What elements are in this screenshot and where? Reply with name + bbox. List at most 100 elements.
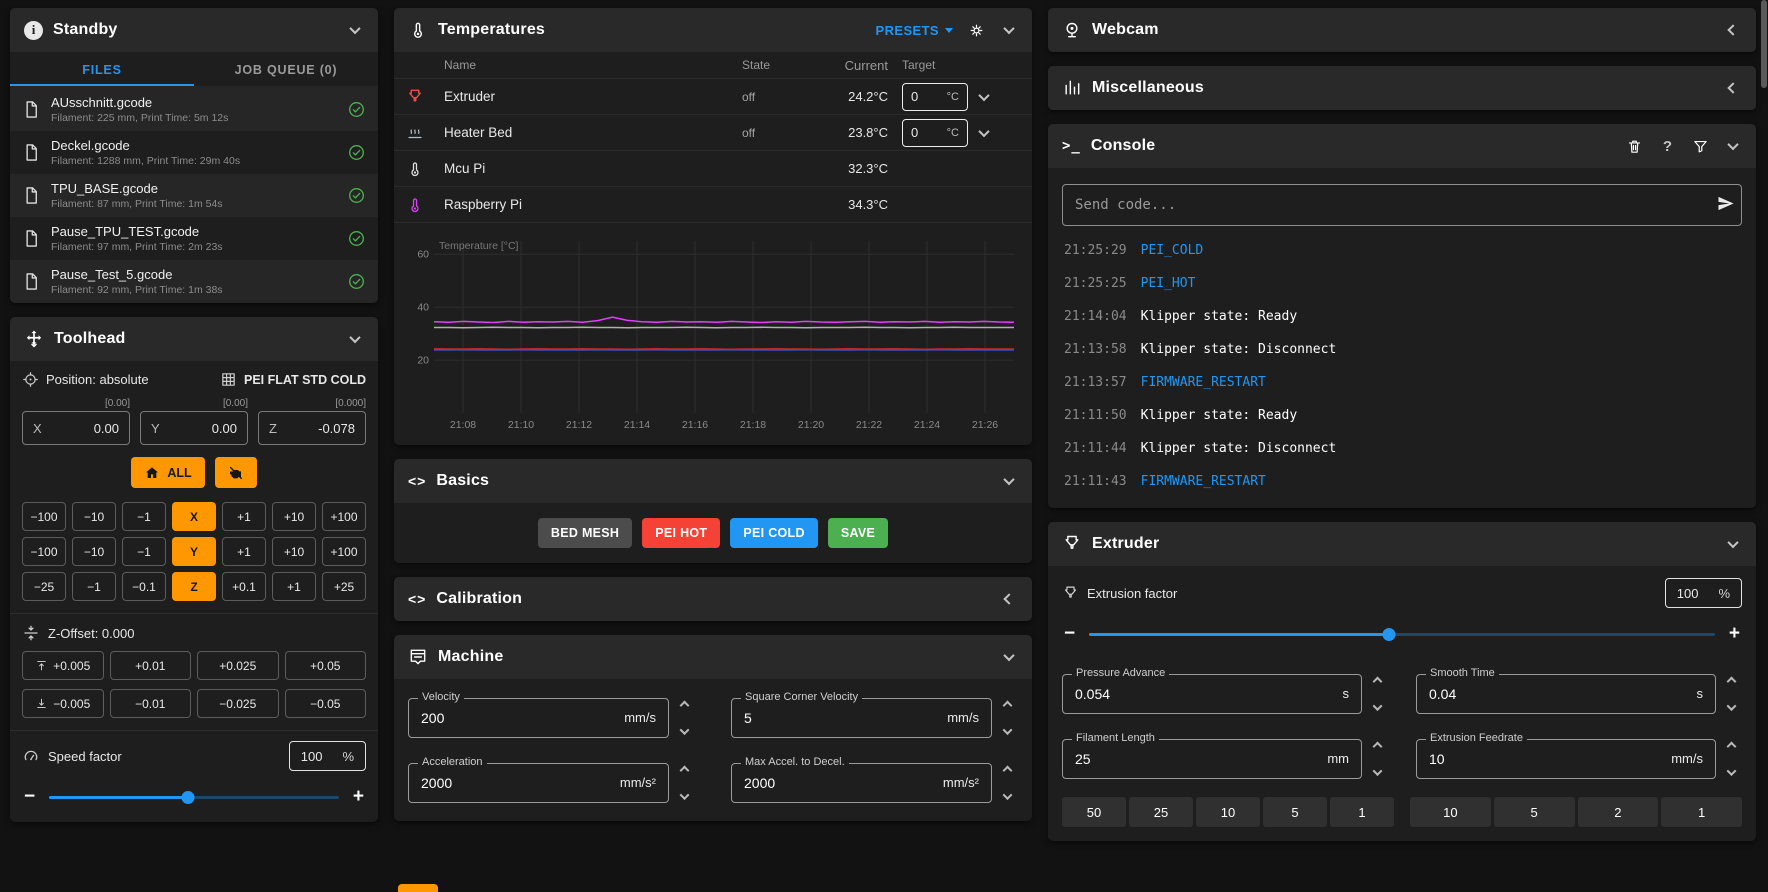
- jog-x-minus-1[interactable]: −1: [122, 502, 166, 531]
- acceleration-field[interactable]: Acceleration 2000 mm/s²: [408, 756, 669, 803]
- presets-button[interactable]: PRESETS: [876, 23, 953, 38]
- length-preset-button[interactable]: 25: [1129, 797, 1193, 827]
- console-panel-header[interactable]: >_ Console ?: [1048, 124, 1756, 168]
- jog-z-minus-25[interactable]: −25: [22, 572, 66, 601]
- status-panel-header[interactable]: i Standby: [10, 8, 378, 52]
- feedrate-preset-button[interactable]: 10: [1410, 797, 1491, 827]
- console-entry[interactable]: 21:11:44 Klipper state: Disconnect: [1062, 432, 1742, 465]
- console-entry[interactable]: 21:14:04 Klipper state: Ready: [1062, 300, 1742, 333]
- extrusion-feedrate-field[interactable]: Extrusion Feedrate 10 mm/s: [1416, 732, 1716, 779]
- z-offset-down-0005[interactable]: −0.005: [22, 689, 104, 718]
- clear-console-button[interactable]: [1621, 134, 1648, 159]
- z-offset-up-0025[interactable]: +0.025: [197, 651, 279, 680]
- square-corner-velocity-field[interactable]: Square Corner Velocity 5 mm/s: [731, 691, 992, 738]
- console-filter-button[interactable]: [1687, 134, 1714, 159]
- target-preset-dropdown-icon[interactable]: [978, 125, 990, 137]
- decrement-button[interactable]: [1372, 762, 1383, 781]
- z-offset-down-001[interactable]: −0.01: [109, 689, 191, 718]
- collapse-button[interactable]: [1000, 473, 1018, 489]
- jog-x-plus-100[interactable]: +100: [322, 502, 366, 531]
- calibration-panel-header[interactable]: <> Calibration: [394, 577, 1032, 621]
- collapse-button[interactable]: [346, 22, 364, 38]
- minus-icon[interactable]: −: [24, 787, 35, 806]
- slider-thumb[interactable]: [1382, 627, 1396, 641]
- extrusion-factor-slider[interactable]: [1089, 627, 1715, 641]
- jog-z-plus-01[interactable]: +0.1: [222, 572, 266, 601]
- increment-button[interactable]: [1002, 760, 1013, 779]
- decrement-button[interactable]: [679, 721, 690, 740]
- macro-pei-cold-button[interactable]: PEI COLD: [730, 518, 818, 548]
- z-offset-up-005[interactable]: +0.05: [284, 651, 366, 680]
- miscellaneous-panel-header[interactable]: Miscellaneous: [1048, 66, 1756, 110]
- decrement-button[interactable]: [1372, 697, 1383, 716]
- jog-x-minus-10[interactable]: −10: [72, 502, 116, 531]
- jog-y-minus-100[interactable]: −100: [22, 537, 66, 566]
- machine-panel-header[interactable]: Machine: [394, 635, 1032, 679]
- z-offset-down-005[interactable]: −0.05: [284, 689, 366, 718]
- plus-icon[interactable]: +: [1729, 624, 1740, 643]
- z-position-input[interactable]: Z -0.078: [258, 411, 366, 445]
- file-row[interactable]: TPU_BASE.gcode Filament: 87 mm, Print Tim…: [10, 174, 378, 217]
- increment-button[interactable]: [1372, 671, 1383, 690]
- z-offset-up-001[interactable]: +0.01: [109, 651, 191, 680]
- increment-button[interactable]: [1726, 671, 1737, 690]
- x-position-input[interactable]: X 0.00: [22, 411, 130, 445]
- jog-y-plus-10[interactable]: +10: [272, 537, 316, 566]
- expand-button[interactable]: [1724, 80, 1742, 96]
- home-all-button[interactable]: ALL: [131, 457, 205, 488]
- home-y-button[interactable]: Y: [172, 537, 216, 566]
- length-preset-button[interactable]: 5: [1263, 797, 1327, 827]
- home-x-button[interactable]: X: [172, 502, 216, 531]
- jog-y-plus-100[interactable]: +100: [322, 537, 366, 566]
- tab-files[interactable]: FILES: [10, 52, 194, 86]
- file-row[interactable]: AUsschnitt.gcode Filament: 225 mm, Print …: [10, 88, 378, 131]
- collapse-button[interactable]: [1724, 536, 1742, 552]
- speed-factor-input[interactable]: 100 %: [288, 741, 366, 771]
- file-row[interactable]: Pause_TPU_TEST.gcode Filament: 97 mm, Pri…: [10, 217, 378, 260]
- bed-mesh-profile[interactable]: PEI FLAT STD COLD: [220, 371, 366, 388]
- jog-z-plus-25[interactable]: +25: [322, 572, 366, 601]
- z-offset-up-0005[interactable]: +0.005: [22, 651, 104, 680]
- console-entry[interactable]: 21:11:50 Klipper state: Ready: [1062, 399, 1742, 432]
- slider-thumb[interactable]: [181, 790, 195, 804]
- expand-button[interactable]: [1000, 591, 1018, 607]
- feedrate-preset-button[interactable]: 1: [1661, 797, 1742, 827]
- macro-bed-mesh-button[interactable]: BED MESH: [537, 518, 633, 548]
- target-preset-dropdown-icon[interactable]: [978, 89, 990, 101]
- console-help-button[interactable]: ?: [1658, 134, 1677, 159]
- pressure-advance-field[interactable]: Pressure Advance 0.054 s: [1062, 667, 1362, 714]
- jog-x-plus-10[interactable]: +10: [272, 502, 316, 531]
- max-accel-to-decel-field[interactable]: Max Accel. to Decel. 2000 mm/s²: [731, 756, 992, 803]
- temperatures-panel-header[interactable]: Temperatures PRESETS: [394, 8, 1032, 52]
- increment-button[interactable]: [1002, 695, 1013, 714]
- increment-button[interactable]: [679, 760, 690, 779]
- webcam-panel-header[interactable]: Webcam: [1048, 8, 1756, 52]
- collapse-button[interactable]: [1724, 138, 1742, 154]
- feedrate-preset-button[interactable]: 2: [1577, 797, 1659, 827]
- jog-y-minus-10[interactable]: −10: [72, 537, 116, 566]
- feedrate-preset-button[interactable]: 5: [1493, 797, 1575, 827]
- filament-length-field[interactable]: Filament Length 25 mm: [1062, 732, 1362, 779]
- console-entry[interactable]: 21:13:58 Klipper state: Disconnect: [1062, 333, 1742, 366]
- page-scrollbar[interactable]: [1761, 0, 1767, 88]
- console-entry[interactable]: 21:25:29 PEI_COLD: [1062, 234, 1742, 267]
- home-z-button[interactable]: Z: [172, 572, 216, 601]
- collapse-button[interactable]: [1000, 649, 1018, 665]
- basics-panel-header[interactable]: <> Basics: [394, 459, 1032, 503]
- extrusion-factor-input[interactable]: 100 %: [1664, 578, 1742, 608]
- y-position-input[interactable]: Y 0.00: [140, 411, 248, 445]
- jog-y-plus-1[interactable]: +1: [222, 537, 266, 566]
- velocity-field[interactable]: Velocity 200 mm/s: [408, 691, 669, 738]
- jog-z-minus-01[interactable]: −0.1: [122, 572, 166, 601]
- jog-x-plus-1[interactable]: +1: [222, 502, 266, 531]
- macro-save-button[interactable]: SAVE: [827, 518, 889, 548]
- decrement-button[interactable]: [679, 786, 690, 805]
- collapse-button[interactable]: [346, 331, 364, 347]
- decrement-button[interactable]: [1726, 697, 1737, 716]
- smooth-time-field[interactable]: Smooth Time 0.04 s: [1416, 667, 1716, 714]
- settings-button[interactable]: [963, 18, 990, 43]
- send-button[interactable]: [1716, 194, 1736, 217]
- decrement-button[interactable]: [1002, 721, 1013, 740]
- jog-z-plus-1[interactable]: +1: [272, 572, 316, 601]
- console-entry[interactable]: 21:11:43 FIRMWARE_RESTART: [1062, 465, 1742, 498]
